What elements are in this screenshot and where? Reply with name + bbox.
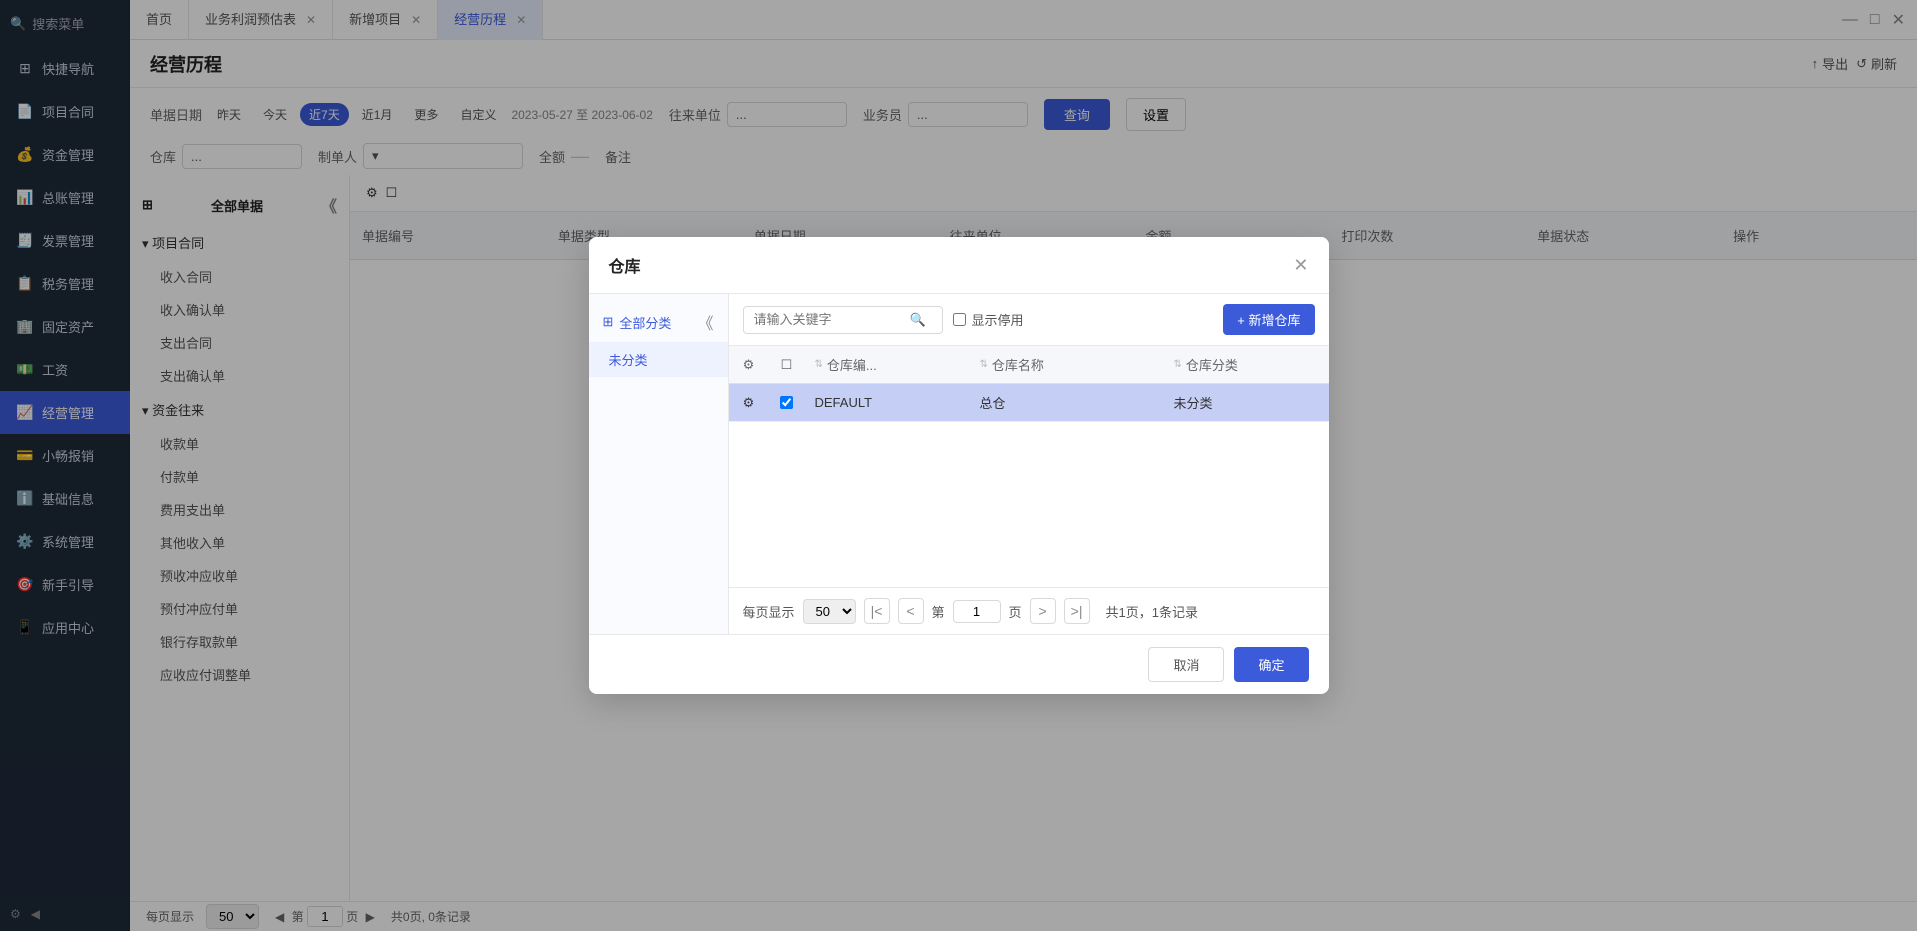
cat-grid-icon: ⊞: [603, 314, 614, 330]
dialog-page-input[interactable]: [953, 600, 1001, 623]
th-name: ⇅ 仓库名称: [970, 346, 1164, 383]
dialog-page-label: 第: [932, 602, 945, 621]
row-checkbox[interactable]: [780, 396, 793, 409]
th-code-sort-icon[interactable]: ⇅: [815, 359, 823, 370]
th-category-sort-icon[interactable]: ⇅: [1174, 359, 1182, 370]
dialog-page-suffix: 页: [1009, 602, 1022, 621]
dialog-table: ⚙ ☐ ⇅ 仓库编... ⇅ 仓库名称 ⇅ 仓库分类: [729, 346, 1329, 587]
cat-item-uncategorized[interactable]: 未分类: [589, 342, 728, 377]
dialog-header: 仓库 ✕: [589, 237, 1329, 294]
th-name-sort-icon[interactable]: ⇅: [980, 359, 988, 370]
cat-scroll: 未分类: [589, 342, 728, 377]
dialog-overlay: 仓库 ✕ ⊞ 全部分类 《 未分类 🔍: [0, 0, 1917, 931]
show-disabled-checkbox[interactable]: 显示停用: [953, 310, 1024, 329]
dialog-pagination: 每页显示 50 |< < 第 页 > >| 共1页，1条记录: [729, 587, 1329, 634]
disabled-checkbox-input[interactable]: [953, 313, 966, 326]
dialog-per-page-label: 每页显示: [743, 602, 795, 621]
dialog-search-input[interactable]: [754, 312, 904, 327]
dialog-per-page-select[interactable]: 50: [803, 599, 856, 624]
warehouse-dialog: 仓库 ✕ ⊞ 全部分类 《 未分类 🔍: [589, 237, 1329, 694]
dialog-search-box[interactable]: 🔍: [743, 306, 943, 334]
row-code: DEFAULT: [805, 386, 970, 419]
dialog-search-icon: 🔍: [910, 312, 926, 328]
dialog-table-header: ⚙ ☐ ⇅ 仓库编... ⇅ 仓库名称 ⇅ 仓库分类: [729, 346, 1329, 384]
row-name: 总仓: [970, 384, 1164, 421]
th-code: ⇅ 仓库编...: [805, 346, 970, 383]
dialog-toolbar: 🔍 显示停用 + 新增仓库: [729, 294, 1329, 346]
row-category: 未分类: [1164, 384, 1329, 421]
th-check[interactable]: ☐: [769, 348, 805, 382]
show-disabled-label: 显示停用: [972, 310, 1024, 329]
dialog-footer: 取消 确定: [589, 634, 1329, 694]
dialog-next-page-button[interactable]: >: [1030, 598, 1056, 624]
dialog-body: ⊞ 全部分类 《 未分类 🔍 显示停用: [589, 294, 1329, 634]
table-row[interactable]: ⚙ DEFAULT 总仓 未分类: [729, 384, 1329, 422]
add-warehouse-button[interactable]: + 新增仓库: [1223, 304, 1314, 335]
th-settings[interactable]: ⚙: [729, 348, 769, 382]
dialog-right-panel: 🔍 显示停用 + 新增仓库 ⚙ ☐ ⇅ 仓库编...: [729, 294, 1329, 634]
th-category: ⇅ 仓库分类: [1164, 346, 1329, 383]
dialog-first-page-button[interactable]: |<: [864, 598, 890, 624]
dialog-confirm-button[interactable]: 确定: [1234, 647, 1308, 682]
cat-all-header[interactable]: ⊞ 全部分类 《: [589, 302, 728, 342]
dialog-prev-page-button[interactable]: <: [898, 598, 924, 624]
row-check[interactable]: [769, 387, 805, 418]
dialog-categories: ⊞ 全部分类 《 未分类: [589, 294, 729, 634]
row-settings[interactable]: ⚙: [729, 386, 769, 420]
dialog-total: 共1页，1条记录: [1106, 602, 1198, 621]
dialog-last-page-button[interactable]: >|: [1064, 598, 1090, 624]
cat-all-label: 全部分类: [619, 313, 671, 332]
dialog-title: 仓库: [609, 253, 641, 277]
cat-collapse-button[interactable]: 《: [697, 310, 713, 334]
dialog-close-button[interactable]: ✕: [1293, 255, 1308, 276]
dialog-cancel-button[interactable]: 取消: [1148, 647, 1224, 682]
